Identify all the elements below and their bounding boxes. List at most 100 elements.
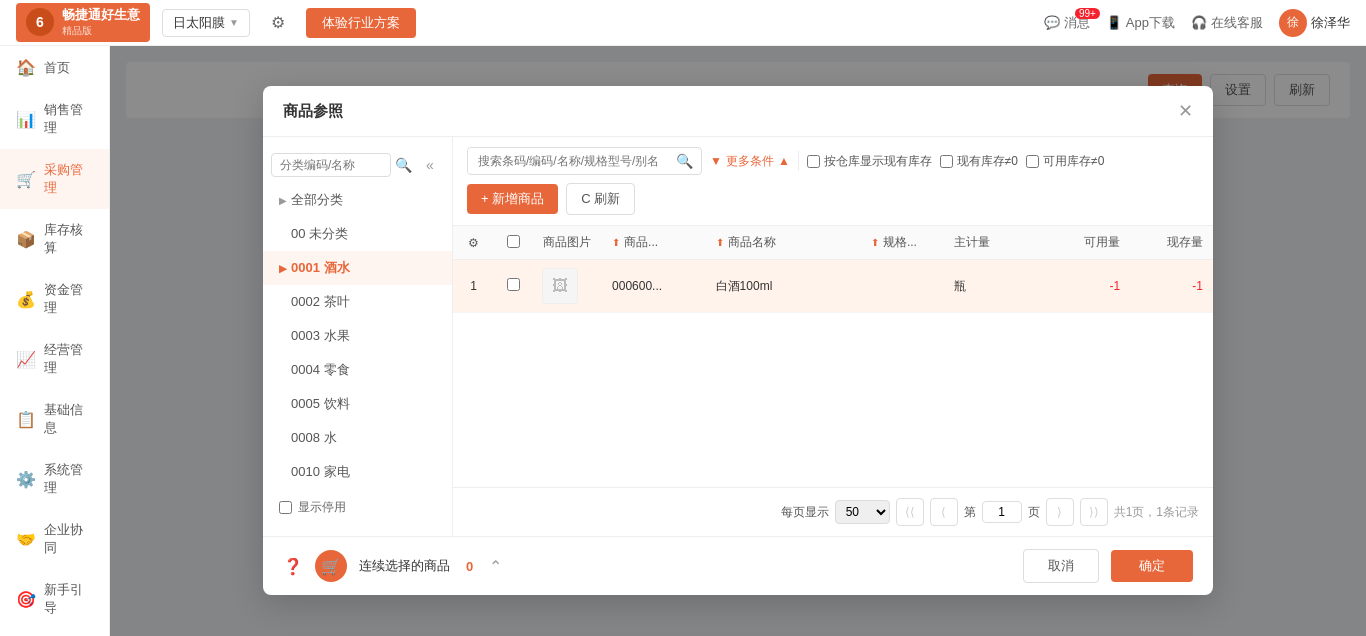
category-search-button[interactable]: 🔍 [395, 157, 412, 173]
col-header-settings[interactable]: ⚙ [453, 226, 494, 260]
show-disabled-label[interactable]: 显示停用 [279, 499, 436, 516]
store-selector[interactable]: 日太阳膜 ▼ [162, 9, 250, 37]
continuous-count: 0 [466, 559, 473, 574]
product-search-bar: 🔍 [467, 147, 702, 175]
topbar-right: 💬 消息 99+ 📱 App下载 🎧 在线客服 徐 徐泽华 [1044, 9, 1350, 37]
store-name: 日太阳膜 [173, 14, 225, 32]
sidebar-item-inventory[interactable]: 📦 库存核算 [0, 209, 109, 269]
per-page-select[interactable]: 10 20 50 100 [835, 500, 890, 524]
more-filters-button[interactable]: ▼ 更多条件 ▲ [710, 153, 790, 170]
sidebar-item-enterprise[interactable]: 🤝 企业协同 [0, 509, 109, 569]
last-page-button[interactable]: ⟩⟩ [1080, 498, 1108, 526]
category-item-uncategorized[interactable]: 00 未分类 [263, 217, 452, 251]
sidebar-item-operation[interactable]: 📈 经营管理 [0, 329, 109, 389]
user-button[interactable]: 徐 徐泽华 [1279, 9, 1350, 37]
product-stock: -1 [1130, 260, 1213, 313]
page-label: 第 [964, 504, 976, 521]
col-header-code[interactable]: ⬆ 商品... [602, 226, 706, 260]
continuous-label: 连续选择的商品 [359, 557, 450, 575]
category-label-beverages: 0005 饮料 [279, 395, 350, 413]
filter-icon: ▼ [710, 154, 722, 168]
cancel-button[interactable]: 取消 [1023, 549, 1099, 583]
row-checkbox[interactable] [507, 278, 520, 291]
show-disabled-checkbox[interactable] [279, 501, 292, 514]
current-stock-checkbox[interactable] [940, 155, 953, 168]
collapse-panel-button[interactable]: « [420, 155, 440, 175]
category-item-appliances[interactable]: 0010 家电 [263, 455, 452, 489]
category-footer: 显示停用 [263, 489, 452, 526]
sidebar-item-sales[interactable]: 📊 销售管理 [0, 89, 109, 149]
first-page-button[interactable]: ⟨⟨ [896, 498, 924, 526]
product-search-button[interactable]: 🔍 [668, 148, 701, 174]
category-item-water[interactable]: 0008 水 [263, 421, 452, 455]
category-item-beverages[interactable]: 0005 饮料 [263, 387, 452, 421]
sort-icon-code: ⬆ [612, 237, 620, 248]
refresh-button[interactable]: C 刷新 [566, 183, 635, 215]
headset-icon: 🎧 [1191, 15, 1207, 30]
row-num: 1 [453, 260, 494, 313]
category-item-snacks[interactable]: 0004 零食 [263, 353, 452, 387]
sidebar-label-basic: 基础信息 [44, 401, 93, 437]
collapse-footer-button[interactable]: ⌃ [489, 557, 502, 576]
category-label-liquor: 0001 酒水 [291, 259, 350, 277]
sidebar-item-guide[interactable]: 🎯 新手引导 [0, 569, 109, 629]
sidebar-label-purchase: 采购管理 [44, 161, 93, 197]
col-header-spec[interactable]: ⬆ 规格... [861, 226, 944, 260]
category-item-fruit[interactable]: 0003 水果 [263, 319, 452, 353]
available-stock-filter[interactable]: 可用库存≠0 [1026, 153, 1104, 170]
category-item-liquor[interactable]: ▶ 0001 酒水 [263, 251, 452, 285]
col-header-stock: 现存量 [1130, 226, 1213, 260]
product-spec [861, 260, 944, 313]
col-header-checkbox[interactable] [494, 226, 531, 260]
category-label-tea: 0002 茶叶 [279, 293, 350, 311]
available-stock-checkbox[interactable] [1026, 155, 1039, 168]
sidebar-label-finance: 资金管理 [44, 281, 93, 317]
warehouse-stock-checkbox[interactable] [807, 155, 820, 168]
sidebar-item-apps[interactable]: 📱 应用中心 [0, 629, 109, 636]
online-service-button[interactable]: 🎧 在线客服 [1191, 14, 1263, 32]
sales-icon: 📊 [16, 110, 36, 129]
operation-icon: 📈 [16, 350, 36, 369]
per-page-label: 每页显示 [781, 504, 829, 521]
add-product-button[interactable]: + 新增商品 [467, 184, 558, 214]
category-item-tea[interactable]: 0002 茶叶 [263, 285, 452, 319]
sidebar-item-system[interactable]: ⚙️ 系统管理 [0, 449, 109, 509]
category-label-fruit: 0003 水果 [279, 327, 350, 345]
settings-icon[interactable]: ⚙ [262, 7, 294, 39]
table-row[interactable]: 1 🖼 000600... 白酒100ml [453, 260, 1213, 313]
category-item-all[interactable]: ▶ 全部分类 [263, 183, 452, 217]
next-page-button[interactable]: ⟩ [1046, 498, 1074, 526]
table-body: 1 🖼 000600... 白酒100ml [453, 260, 1213, 313]
product-search-input[interactable] [468, 149, 668, 173]
cart-button[interactable]: 🛒 [315, 550, 347, 582]
col-header-image: 商品图片 [532, 226, 602, 260]
trial-button[interactable]: 体验行业方案 [306, 8, 416, 38]
category-panel: 🔍 « ▶ 全部分类 00 未分类 ▶ [263, 137, 453, 536]
current-stock-filter[interactable]: 现有库存≠0 [940, 153, 1018, 170]
col-header-available: 可用量 [1027, 226, 1131, 260]
finance-icon: 💰 [16, 290, 36, 309]
modal-close-button[interactable]: ✕ [1178, 100, 1193, 122]
sidebar-label-inventory: 库存核算 [44, 221, 93, 257]
app-download-button[interactable]: 📱 App下载 [1106, 14, 1175, 32]
confirm-button[interactable]: 确定 [1111, 550, 1193, 582]
image-placeholder-icon: 🖼 [552, 277, 568, 295]
sidebar-item-basic[interactable]: 📋 基础信息 [0, 389, 109, 449]
sidebar-item-home[interactable]: 🏠 首页 [0, 46, 109, 89]
page-number-input[interactable] [982, 501, 1022, 523]
layout: 🏠 首页 📊 销售管理 🛒 采购管理 📦 库存核算 💰 资金管理 📈 经营管理 … [0, 46, 1366, 636]
warehouse-stock-filter[interactable]: 按仓库显示现有库存 [807, 153, 932, 170]
sidebar-label-enterprise: 企业协同 [44, 521, 93, 557]
col-header-name[interactable]: ⬆ 商品名称 [706, 226, 861, 260]
topbar: 6 畅捷通好生意 精品版 日太阳膜 ▼ ⚙ 体验行业方案 💬 消息 99+ 📱 … [0, 0, 1366, 46]
product-table: ⚙ 商品图片 ⬆ 商品... [453, 226, 1213, 313]
sidebar-item-finance[interactable]: 💰 资金管理 [0, 269, 109, 329]
prev-page-button[interactable]: ⟨ [930, 498, 958, 526]
select-all-checkbox[interactable] [507, 235, 520, 248]
category-search-input[interactable] [271, 153, 391, 177]
help-icon[interactable]: ❓ [283, 557, 303, 576]
modal-body: 🔍 « ▶ 全部分类 00 未分类 ▶ [263, 137, 1213, 536]
sort-icon-spec: ⬆ [871, 237, 879, 248]
messages-button[interactable]: 💬 消息 99+ [1044, 14, 1090, 32]
sidebar-item-purchase[interactable]: 🛒 采购管理 [0, 149, 109, 209]
